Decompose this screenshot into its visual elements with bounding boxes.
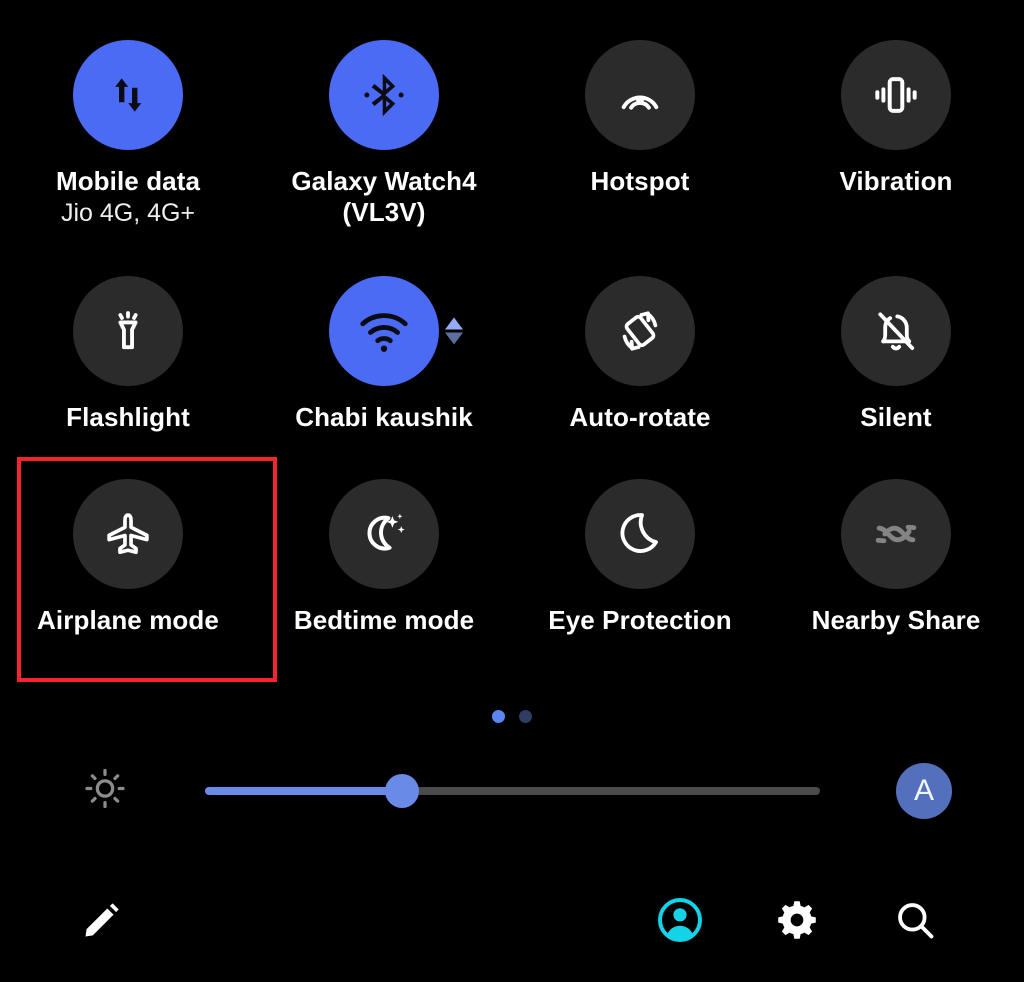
tile-label: Galaxy Watch4 (VL3V)	[291, 166, 477, 227]
moon-icon	[620, 513, 658, 553]
page-dot-2[interactable]	[519, 710, 532, 723]
tile-eye-protection-circle[interactable]	[585, 478, 695, 589]
tile-icon-wrap	[73, 276, 183, 387]
hotspot-icon	[621, 95, 659, 110]
brightness-slider-fill	[205, 787, 402, 795]
tile-label: Mobile data	[55, 166, 201, 196]
tile-label: Nearby Share	[811, 604, 981, 635]
moon-stars-icon	[367, 513, 405, 551]
tile-nearby-share-circle[interactable]	[841, 478, 951, 589]
tile-airplane-mode-circle[interactable]	[73, 478, 183, 589]
tile-sublabel: Jio 4G, 4G+	[60, 198, 196, 227]
auto-brightness-label: A	[913, 774, 934, 807]
tile-bluetooth[interactable]: Galaxy Watch4 (VL3V)	[256, 40, 512, 228]
tile-label: Vibration	[839, 166, 953, 196]
tile-bluetooth-circle[interactable]	[329, 40, 439, 150]
bluetooth-icon	[364, 73, 404, 117]
tile-icon-wrap	[73, 40, 183, 150]
tile-label: Eye Protection	[548, 604, 732, 635]
auto-brightness-button[interactable]: A	[896, 763, 952, 819]
edit-button[interactable]	[80, 898, 124, 942]
gear-icon	[778, 901, 816, 939]
tile-icon-wrap	[841, 276, 951, 387]
tile-airplane-mode[interactable]: Airplane mode	[0, 478, 256, 636]
brightness-row: A	[0, 758, 1024, 824]
wifi-icon	[360, 313, 408, 353]
mobile-data-icon	[115, 78, 142, 112]
tile-wifi-circle[interactable]	[329, 276, 439, 387]
vibration-icon	[875, 77, 917, 113]
pencil-icon	[85, 903, 119, 937]
account-button[interactable]	[656, 896, 704, 944]
quick-settings-tile-grid: Mobile data Jio 4G, 4G+ Galaxy Watch4 (V…	[0, 0, 1024, 636]
tile-icon-wrap	[329, 40, 439, 150]
tile-icon-wrap	[585, 276, 695, 387]
tile-vibration-circle[interactable]	[841, 40, 951, 150]
tile-icon-wrap	[329, 276, 463, 387]
tile-icon-wrap	[585, 40, 695, 150]
search-icon	[898, 903, 934, 939]
quick-settings-panel: Mobile data Jio 4G, 4G+ Galaxy Watch4 (V…	[0, 0, 1024, 982]
tile-hotspot[interactable]: Hotspot	[512, 40, 768, 228]
tile-row: Flashlight Chabi kaushik Auto-rotate Sil…	[0, 276, 1024, 433]
settings-button[interactable]	[774, 897, 820, 943]
page-indicator	[0, 710, 1024, 723]
tile-label: Flashlight	[66, 402, 190, 433]
tile-label: Airplane mode	[37, 604, 219, 635]
nearby-share-icon	[875, 524, 917, 544]
tile-wifi[interactable]: Chabi kaushik	[256, 276, 512, 433]
brightness-sun-icon	[82, 766, 128, 817]
tile-nearby-share[interactable]: Nearby Share	[768, 478, 1024, 636]
tile-row: Mobile data Jio 4G, 4G+ Galaxy Watch4 (V…	[0, 40, 1024, 228]
tile-bedtime-mode[interactable]: Bedtime mode	[256, 478, 512, 636]
tile-label: Hotspot	[590, 166, 690, 196]
tile-auto-rotate[interactable]: Auto-rotate	[512, 276, 768, 433]
page-dot-1[interactable]	[492, 710, 505, 723]
tile-vibration[interactable]: Vibration	[768, 40, 1024, 228]
account-icon	[658, 898, 702, 942]
tile-flashlight-circle[interactable]	[73, 276, 183, 387]
tile-icon-wrap	[841, 40, 951, 150]
tile-label: Bedtime mode	[293, 604, 475, 635]
tile-mobile-data[interactable]: Mobile data Jio 4G, 4G+	[0, 40, 256, 228]
tile-label: Chabi kaushik	[295, 402, 473, 433]
data-download-arrow-icon	[445, 332, 463, 345]
brightness-slider[interactable]	[205, 774, 820, 808]
tile-auto-rotate-circle[interactable]	[585, 276, 695, 387]
flashlight-icon	[118, 311, 138, 350]
data-upload-arrow-icon	[445, 317, 463, 330]
brightness-slider-thumb[interactable]	[384, 774, 419, 808]
wifi-data-activity-indicator	[445, 317, 463, 345]
tile-icon-wrap	[73, 478, 183, 589]
tile-icon-wrap	[585, 478, 695, 589]
tile-icon-wrap	[841, 478, 951, 589]
tile-hotspot-circle[interactable]	[585, 40, 695, 150]
tile-silent[interactable]: Silent	[768, 276, 1024, 433]
airplane-icon	[107, 513, 149, 554]
tile-icon-wrap	[329, 478, 439, 589]
tile-label: Auto-rotate	[569, 402, 711, 433]
bottom-toolbar	[0, 872, 1024, 968]
tile-eye-protection[interactable]: Eye Protection	[512, 478, 768, 636]
tile-label: Silent	[860, 402, 932, 433]
tile-bedtime-mode-circle[interactable]	[329, 478, 439, 589]
bell-off-icon	[878, 312, 915, 351]
search-button[interactable]	[892, 897, 938, 943]
tile-mobile-data-circle[interactable]	[73, 40, 183, 150]
tile-row: Airplane mode Bedtime mode Eye Protectio…	[0, 478, 1024, 636]
tile-silent-circle[interactable]	[841, 276, 951, 387]
auto-rotate-icon	[622, 311, 658, 351]
tile-flashlight[interactable]: Flashlight	[0, 276, 256, 433]
